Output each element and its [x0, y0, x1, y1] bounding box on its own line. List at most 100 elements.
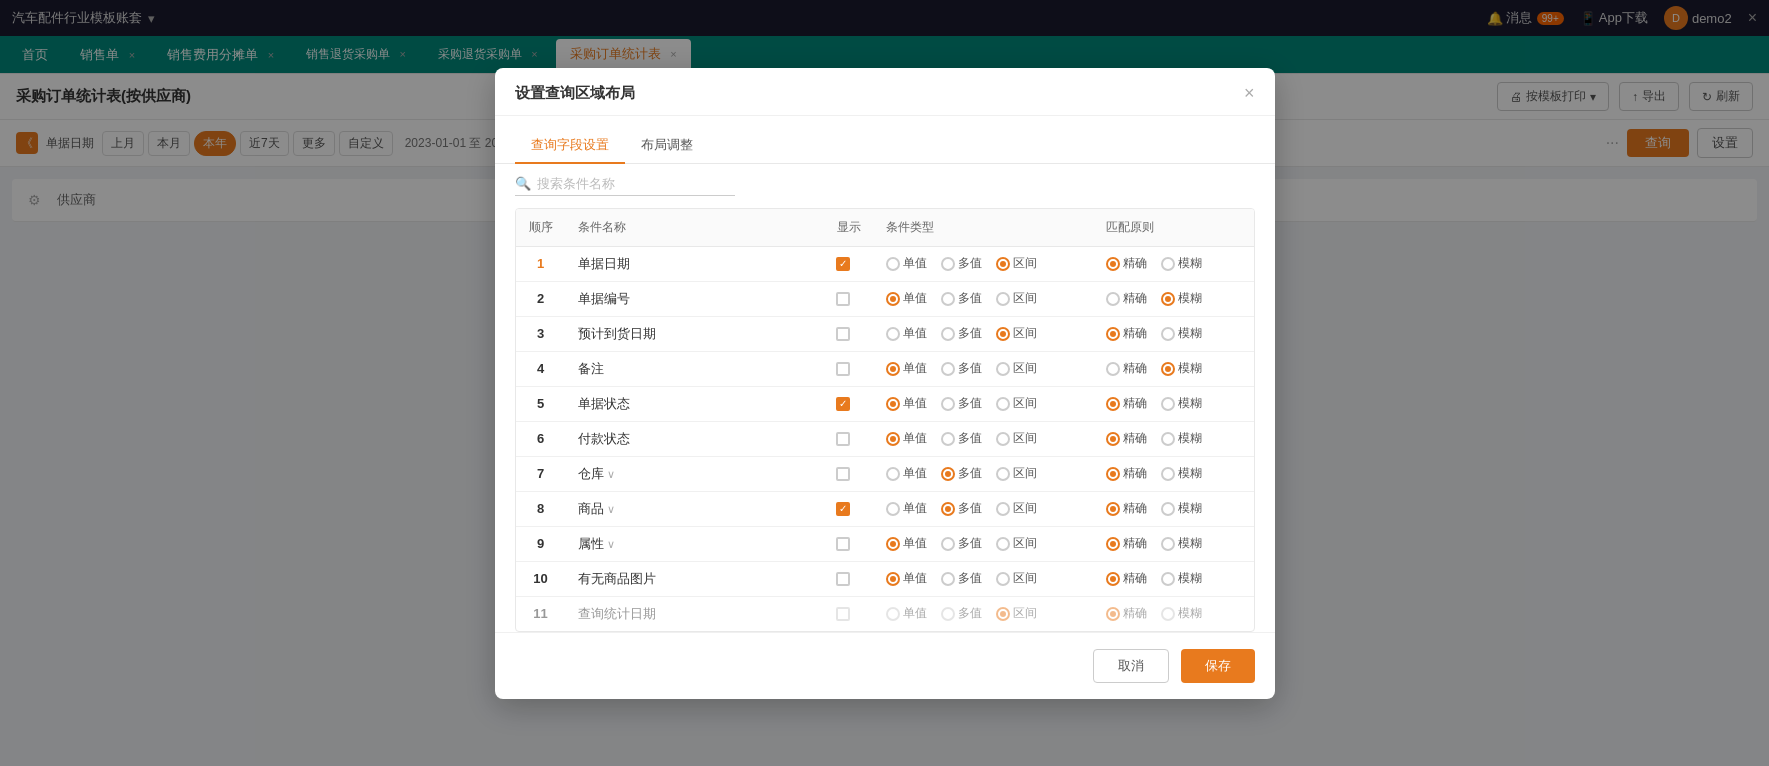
type-option-3-单值[interactable]: 单值 — [886, 360, 927, 377]
type-option-6-区间[interactable]: 区间 — [996, 465, 1037, 467]
radio-circle-rule-0-精确 — [1106, 257, 1120, 271]
radio-circle-rule-6-精确 — [1106, 467, 1120, 468]
row-name-4: 单据状态 — [566, 386, 824, 421]
checkbox-3[interactable] — [836, 362, 850, 376]
row-num-4: 5 — [516, 386, 566, 421]
table-row: 5单据状态单值多值区间精确模糊 — [516, 386, 1254, 421]
row-type-5: 单值多值区间 — [874, 421, 1094, 456]
radio-circle-rule-0-模糊 — [1161, 257, 1175, 271]
row-display-6[interactable] — [824, 456, 874, 467]
row-rule-6: 精确 模糊 — [1094, 456, 1254, 467]
type-option-3-多值[interactable]: 多值 — [941, 360, 982, 377]
rule-option-3-模糊[interactable]: 模糊 — [1161, 360, 1202, 377]
radio-circle-rule-2-模糊 — [1161, 327, 1175, 341]
type-option-2-多值[interactable]: 多值 — [941, 325, 982, 342]
rule-option-0-模糊[interactable]: 模糊 — [1161, 255, 1202, 272]
type-option-5-多值[interactable]: 多值 — [941, 430, 982, 447]
tab-query-fields[interactable]: 查询字段设置 — [515, 128, 625, 164]
rule-option-2-模糊[interactable]: 模糊 — [1161, 325, 1202, 342]
type-option-0-多值[interactable]: 多值 — [941, 255, 982, 272]
row-display-3[interactable] — [824, 351, 874, 386]
radio-circle-rule-2-精确 — [1106, 327, 1120, 341]
tab-layout-adjust[interactable]: 布局调整 — [625, 128, 709, 164]
type-option-4-区间[interactable]: 区间 — [996, 395, 1037, 412]
row-num-2: 3 — [516, 316, 566, 351]
radio-circle-type-1-多值 — [941, 292, 955, 306]
row-type-0: 单值多值区间 — [874, 246, 1094, 281]
radio-circle-type-0-区间 — [996, 257, 1010, 271]
row-display-1[interactable] — [824, 281, 874, 316]
rule-option-5-精确[interactable]: 精确 — [1106, 430, 1147, 447]
rule-option-2-精确[interactable]: 精确 — [1106, 325, 1147, 342]
radio-circle-rule-5-模糊 — [1161, 432, 1175, 446]
rule-option-3-精确[interactable]: 精确 — [1106, 360, 1147, 377]
radio-circle-type-4-单值 — [886, 397, 900, 411]
row-type-4: 单值多值区间 — [874, 386, 1094, 421]
rule-option-6-模糊[interactable]: 模糊 — [1161, 465, 1202, 467]
type-option-6-多值[interactable]: 多值 — [941, 465, 982, 467]
type-option-1-多值[interactable]: 多值 — [941, 290, 982, 307]
row-num-3: 4 — [516, 351, 566, 386]
rule-option-1-精确[interactable]: 精确 — [1106, 290, 1147, 307]
type-option-0-单值[interactable]: 单值 — [886, 255, 927, 272]
radio-circle-type-2-单值 — [886, 327, 900, 341]
type-option-1-区间[interactable]: 区间 — [996, 290, 1037, 307]
row-display-4[interactable] — [824, 386, 874, 421]
radio-circle-type-6-区间 — [996, 467, 1010, 468]
rule-option-4-精确[interactable]: 精确 — [1106, 395, 1147, 412]
rule-option-6-精确[interactable]: 精确 — [1106, 465, 1147, 467]
type-option-1-单值[interactable]: 单值 — [886, 290, 927, 307]
modal-overlay: 设置查询区域布局 × 查询字段设置 布局调整 🔍 顺序 条件名称 显示 — [0, 0, 1769, 467]
radio-circle-type-0-单值 — [886, 257, 900, 271]
row-num-6: 7 — [516, 456, 566, 467]
table-row: 6付款状态单值多值区间精确模糊 — [516, 421, 1254, 456]
row-display-2[interactable] — [824, 316, 874, 351]
table-row: 7仓库 ∨单值多值区间精确模糊 — [516, 456, 1254, 467]
checkbox-1[interactable] — [836, 292, 850, 306]
type-option-2-单值[interactable]: 单值 — [886, 325, 927, 342]
modal-table: 顺序 条件名称 显示 条件类型 匹配原则 1单据日期单值多值区间精确模糊2单据编… — [515, 208, 1255, 468]
modal-close-button[interactable]: × — [1244, 84, 1255, 102]
radio-circle-type-2-区间 — [996, 327, 1010, 341]
radio-circle-type-3-单值 — [886, 362, 900, 376]
type-option-3-区间[interactable]: 区间 — [996, 360, 1037, 377]
th-name: 条件名称 — [566, 209, 824, 247]
table-row: 3预计到货日期单值多值区间精确模糊 — [516, 316, 1254, 351]
checkbox-2[interactable] — [836, 327, 850, 341]
checkbox-4[interactable] — [836, 397, 850, 411]
type-option-2-区间[interactable]: 区间 — [996, 325, 1037, 342]
table-row: 4备注 单值多值区间 精确模糊 — [516, 351, 1254, 386]
radio-circle-rule-3-精确 — [1106, 362, 1120, 376]
radio-circle-rule-6-模糊 — [1161, 467, 1175, 468]
rule-option-1-模糊[interactable]: 模糊 — [1161, 290, 1202, 307]
checkbox-6[interactable] — [836, 467, 850, 468]
rule-option-0-精确[interactable]: 精确 — [1106, 255, 1147, 272]
row-name-1: 单据编号 — [566, 281, 824, 316]
type-option-4-单值[interactable]: 单值 — [886, 395, 927, 412]
th-rule: 匹配原则 — [1094, 209, 1254, 247]
search-input[interactable] — [537, 176, 735, 191]
row-rule-0: 精确模糊 — [1094, 246, 1254, 281]
radio-circle-type-2-多值 — [941, 327, 955, 341]
radio-circle-type-1-区间 — [996, 292, 1010, 306]
type-option-5-区间[interactable]: 区间 — [996, 430, 1037, 447]
type-option-5-单值[interactable]: 单值 — [886, 430, 927, 447]
type-option-6-单值[interactable]: 单值 — [886, 465, 927, 467]
row-display-5[interactable] — [824, 421, 874, 456]
type-option-0-区间[interactable]: 区间 — [996, 255, 1037, 272]
search-box: 🔍 — [515, 176, 735, 196]
checkbox-0[interactable] — [836, 257, 850, 271]
row-name-3: 备注 — [566, 351, 824, 386]
radio-circle-type-4-区间 — [996, 397, 1010, 411]
modal-tabs: 查询字段设置 布局调整 — [495, 116, 1275, 164]
row-display-0[interactable] — [824, 246, 874, 281]
radio-circle-type-5-单值 — [886, 432, 900, 446]
radio-circle-type-3-多值 — [941, 362, 955, 376]
radio-circle-type-3-区间 — [996, 362, 1010, 376]
rule-option-5-模糊[interactable]: 模糊 — [1161, 430, 1202, 447]
row-rule-1: 精确模糊 — [1094, 281, 1254, 316]
rule-option-4-模糊[interactable]: 模糊 — [1161, 395, 1202, 412]
type-option-4-多值[interactable]: 多值 — [941, 395, 982, 412]
checkbox-5[interactable] — [836, 432, 850, 446]
row-name-5: 付款状态 — [566, 421, 824, 456]
